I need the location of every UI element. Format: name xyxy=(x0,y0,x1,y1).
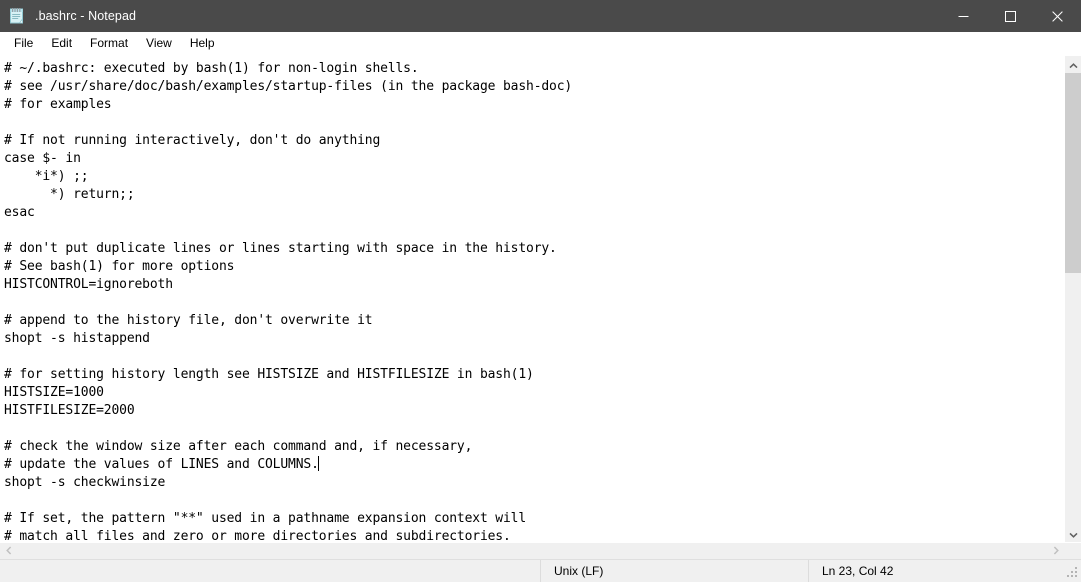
text-line: HISTFILESIZE=2000 xyxy=(4,402,1064,420)
text-line: # See bash(1) for more options xyxy=(4,258,1064,276)
menu-item-help[interactable]: Help xyxy=(181,34,224,54)
minimize-button[interactable] xyxy=(940,0,987,32)
text-line-content: # append to the history file, don't over… xyxy=(4,313,373,328)
editor-body: # ~/.bashrc: executed by bash(1) for non… xyxy=(0,56,1081,559)
menu-item-view[interactable]: View xyxy=(137,34,181,54)
chevron-right-icon xyxy=(1053,542,1059,560)
text-line-content: HISTSIZE=1000 xyxy=(4,385,104,400)
status-cursor-position[interactable]: Ln 23, Col 42 xyxy=(808,560,1081,582)
text-line-content: # check the window size after each comma… xyxy=(4,439,473,454)
text-line-content: *) return;; xyxy=(4,187,135,202)
chevron-down-icon xyxy=(1068,525,1078,543)
text-line-content: HISTFILESIZE=2000 xyxy=(4,403,135,418)
menu-item-file[interactable]: File xyxy=(5,34,42,54)
text-line-content: # see /usr/share/doc/bash/examples/start… xyxy=(4,79,573,94)
text-line-content: HISTCONTROL=ignoreboth xyxy=(4,277,173,292)
scroll-up-button[interactable] xyxy=(1065,56,1081,73)
text-caret xyxy=(318,456,320,471)
text-line: case $- in xyxy=(4,150,1064,168)
text-line xyxy=(4,492,1064,510)
chevron-up-icon xyxy=(1068,56,1078,74)
scroll-down-button[interactable] xyxy=(1065,525,1081,542)
menu-item-edit[interactable]: Edit xyxy=(42,34,81,54)
text-editor[interactable]: # ~/.bashrc: executed by bash(1) for non… xyxy=(0,56,1064,542)
text-line-content: shopt -s checkwinsize xyxy=(4,475,166,490)
text-line: # update the values of LINES and COLUMNS… xyxy=(4,456,1064,474)
text-line-content: # See bash(1) for more options xyxy=(4,259,235,274)
text-line: *i*) ;; xyxy=(4,168,1064,186)
vertical-scroll-thumb[interactable] xyxy=(1065,73,1081,273)
text-line: esac xyxy=(4,204,1064,222)
close-button[interactable] xyxy=(1034,0,1081,32)
text-line-content: # for examples xyxy=(4,97,112,112)
text-line-content: esac xyxy=(4,205,35,220)
text-line: # match all files and zero or more direc… xyxy=(4,528,1064,542)
text-line-content: # update the values of LINES and COLUMNS… xyxy=(4,457,319,472)
vertical-scrollbar[interactable] xyxy=(1064,56,1081,542)
text-line-content: shopt -s histappend xyxy=(4,331,150,346)
text-line-content: # ~/.bashrc: executed by bash(1) for non… xyxy=(4,61,419,76)
text-line: *) return;; xyxy=(4,186,1064,204)
resize-grip-icon[interactable] xyxy=(1066,567,1079,580)
maximize-icon xyxy=(1005,10,1016,22)
text-line xyxy=(4,294,1064,312)
horizontal-scroll-track[interactable] xyxy=(17,543,1047,559)
text-line: # for examples xyxy=(4,96,1064,114)
scroll-left-button[interactable] xyxy=(0,543,17,559)
text-line-content: *i*) ;; xyxy=(4,169,89,184)
text-line: HISTSIZE=1000 xyxy=(4,384,1064,402)
text-line-content: case $- in xyxy=(4,151,81,166)
menu-item-format[interactable]: Format xyxy=(81,34,137,54)
window-controls xyxy=(940,0,1081,32)
notepad-icon xyxy=(8,7,26,25)
notepad-window: .bashrc - Notepad File Edit Format View … xyxy=(0,0,1081,582)
text-line: # check the window size after each comma… xyxy=(4,438,1064,456)
text-line: # don't put duplicate lines or lines sta… xyxy=(4,240,1064,258)
text-line: HISTCONTROL=ignoreboth xyxy=(4,276,1064,294)
text-line: # for setting history length see HISTSIZ… xyxy=(4,366,1064,384)
menu-bar: File Edit Format View Help xyxy=(0,32,1081,56)
text-line xyxy=(4,222,1064,240)
window-title: .bashrc - Notepad xyxy=(35,9,137,23)
text-line-content: # match all files and zero or more direc… xyxy=(4,529,511,542)
text-line: shopt -s checkwinsize xyxy=(4,474,1064,492)
close-icon xyxy=(1052,10,1063,22)
text-line: shopt -s histappend xyxy=(4,330,1064,348)
vertical-scroll-track[interactable] xyxy=(1065,73,1081,525)
status-spacer xyxy=(0,560,540,582)
horizontal-scrollbar[interactable] xyxy=(0,542,1081,559)
scrollbar-corner xyxy=(1064,543,1081,559)
text-content: # ~/.bashrc: executed by bash(1) for non… xyxy=(0,60,1064,542)
text-line: # see /usr/share/doc/bash/examples/start… xyxy=(4,78,1064,96)
maximize-button[interactable] xyxy=(987,0,1034,32)
editor-row: # ~/.bashrc: executed by bash(1) for non… xyxy=(0,56,1081,542)
text-line-content: # If set, the pattern "**" used in a pat… xyxy=(4,511,527,526)
text-line xyxy=(4,114,1064,132)
status-encoding[interactable]: Unix (LF) xyxy=(540,560,808,582)
text-line: # ~/.bashrc: executed by bash(1) for non… xyxy=(4,60,1064,78)
text-line: # If not running interactively, don't do… xyxy=(4,132,1064,150)
text-line: # If set, the pattern "**" used in a pat… xyxy=(4,510,1064,528)
minimize-icon xyxy=(958,11,969,22)
text-line xyxy=(4,348,1064,366)
text-line-content: # for setting history length see HISTSIZ… xyxy=(4,367,534,382)
text-line: # append to the history file, don't over… xyxy=(4,312,1064,330)
chevron-left-icon xyxy=(5,542,12,560)
text-line-content: # If not running interactively, don't do… xyxy=(4,133,381,148)
text-line xyxy=(4,420,1064,438)
status-bar: Unix (LF) Ln 23, Col 42 xyxy=(0,559,1081,582)
scroll-right-button[interactable] xyxy=(1047,543,1064,559)
title-bar[interactable]: .bashrc - Notepad xyxy=(0,0,1081,32)
text-line-content: # don't put duplicate lines or lines sta… xyxy=(4,241,557,256)
